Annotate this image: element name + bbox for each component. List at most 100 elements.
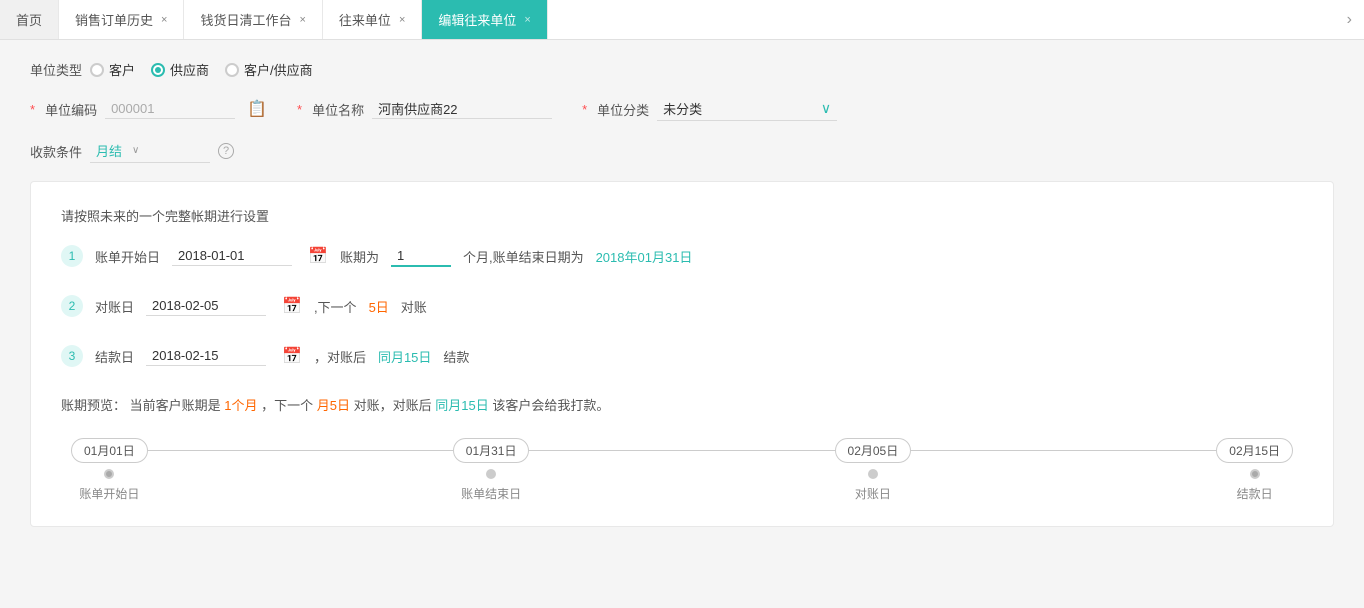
timeline-bubble-3: 02月05日 [835,438,912,463]
unit-code-calendar-icon[interactable]: 📋 [247,99,267,119]
step-calendar-icon-1[interactable]: 📅 [308,246,328,266]
step-period-unit: 个月,账单结束日期为 [463,247,584,266]
unit-name-input[interactable] [372,99,552,119]
unit-type-label: 单位类型 [30,60,82,79]
payment-terms-arrow-icon: ∨ [132,145,139,156]
main-content: 单位类型 客户 供应商 客户/供应商 * 单位编码 [0,40,1364,608]
timeline-label-2: 账单结束日 [461,485,521,502]
timeline-nodes: 01月01日 账单开始日 01月31日 账单结束日 02月05日 对账日 02月… [71,438,1293,502]
step-3-desc-after: 结款 [443,347,469,366]
step-row-2: 2 对账日 📅 ,下一个 5日 对账 [61,295,1303,317]
unit-classify-label: 单位分类 [597,100,649,119]
preview-text-4: 该客户会给我打款。 [492,398,609,413]
preview-orange-2: 月5日 [317,398,350,413]
radio-customer-supplier[interactable]: 客户/供应商 [225,60,313,79]
payment-terms-value: 月结 [96,141,122,160]
preview-text-3: 对账，对账后 [354,398,432,413]
timeline-dot-4 [1250,469,1260,479]
chevron-right-icon: › [1347,11,1352,29]
card-title: 请按照未来的一个完整帐期进行设置 [61,206,1303,225]
radio-supplier-circle [151,63,165,77]
tab-edit-partner[interactable]: 编辑往来单位 × [422,0,547,39]
payment-terms-label: 收款条件 [30,142,82,161]
step-date-input-2[interactable] [146,296,266,316]
step-row-1: 1 账单开始日 📅 账期为 个月,账单结束日期为 2018年01月31日 [61,245,1303,267]
unit-classify-value: 未分类 [663,99,815,118]
tab-cash-work[interactable]: 钱货日清工作台 × [184,0,322,39]
step-date-input-3[interactable] [146,346,266,366]
radio-customer-supplier-label: 客户/供应商 [244,60,313,79]
timeline-node-4: 02月15日 结款日 [1216,438,1293,502]
unit-code-input[interactable] [105,99,235,119]
settings-card: 请按照未来的一个完整帐期进行设置 1 账单开始日 📅 账期为 个月,账单结束日期… [30,181,1334,527]
tab-partner-unit-label: 往来单位 [339,10,391,29]
tabs-bar: 首页 销售订单历史 × 钱货日清工作台 × 往来单位 × 编辑往来单位 × › [0,0,1364,40]
unit-code-label: 单位编码 [45,100,97,119]
step-2-desc-after: 对账 [401,297,427,316]
unit-classify-required: * [582,102,587,117]
preview-text-2: ，下一个 [261,398,313,413]
step-period-input[interactable] [391,246,451,267]
payment-terms-row: 收款条件 月结 ∨ ? [30,139,1334,163]
timeline-bubble-1: 01月01日 [71,438,148,463]
timeline-node-3: 02月05日 对账日 [835,438,912,502]
tab-sales-history[interactable]: 销售订单历史 × [59,0,184,39]
preview-teal: 同月15日 [435,398,488,413]
timeline-label-3: 对账日 [855,485,891,502]
tab-home-label: 首页 [16,10,42,29]
unit-type-field: 单位类型 客户 供应商 客户/供应商 [30,60,313,79]
timeline-dot-1 [104,469,114,479]
step-number-1: 1 [61,245,83,267]
payment-terms-field: 收款条件 月结 ∨ ? [30,139,234,163]
tab-sales-history-label: 销售订单历史 [75,10,153,29]
tab-edit-partner-close[interactable]: × [524,14,530,26]
step-2-orange: 5日 [369,297,389,316]
payment-terms-help-icon[interactable]: ? [218,143,234,159]
payment-terms-dropdown[interactable]: 月结 ∨ [90,139,210,163]
unit-code-required: * [30,102,35,117]
preview-orange-1: 1个月 [224,398,257,413]
timeline-bubble-4: 02月15日 [1216,438,1293,463]
tab-home[interactable]: 首页 [0,0,59,39]
radio-customer-supplier-circle [225,63,239,77]
unit-type-row: 单位类型 客户 供应商 客户/供应商 [30,60,1334,79]
tab-sales-history-close[interactable]: × [161,14,167,26]
tab-partner-unit[interactable]: 往来单位 × [323,0,422,39]
unit-classify-arrow-icon: ∨ [821,100,831,117]
timeline-bubble-2: 01月31日 [453,438,530,463]
step-calendar-icon-2[interactable]: 📅 [282,296,302,316]
step-label-2: 对账日 [95,297,134,316]
unit-classify-dropdown[interactable]: 未分类 ∨ [657,97,837,121]
step-date-input-1[interactable] [172,246,292,266]
step-row-3: 3 结款日 📅 ，对账后 同月15日 结款 [61,345,1303,367]
step-number-2: 2 [61,295,83,317]
unit-code-field: * 单位编码 📋 [30,99,267,119]
preview-section: 账期预览： 当前客户账期是 1个月 ，下一个 月5日 对账，对账后 同月15日 … [61,395,1303,414]
step-3-desc-before: ，对账后 [314,347,366,366]
step-label-1: 账单开始日 [95,247,160,266]
unit-name-field: * 单位名称 [297,99,552,119]
unit-name-required: * [297,102,302,117]
preview-text-1: 当前客户账期是 [130,398,221,413]
timeline-label-4: 结款日 [1237,485,1273,502]
unit-type-radio-group: 客户 供应商 客户/供应商 [90,60,313,79]
step-calendar-icon-3[interactable]: 📅 [282,346,302,366]
radio-supplier[interactable]: 供应商 [151,60,209,79]
preview-label: 账期预览： [61,398,126,413]
tab-cash-work-close[interactable]: × [299,14,305,26]
unit-info-row: * 单位编码 📋 * 单位名称 * 单位分类 未分类 ∨ [30,97,1334,121]
timeline-node-2: 01月31日 账单结束日 [453,438,530,502]
tabs-expand-button[interactable]: › [1335,0,1364,39]
tab-partner-unit-close[interactable]: × [399,14,405,26]
unit-name-label: 单位名称 [312,100,364,119]
step-label-3: 结款日 [95,347,134,366]
tab-edit-partner-label: 编辑往来单位 [438,10,516,29]
step-2-desc-before: ,下一个 [314,297,357,316]
timeline-label-1: 账单开始日 [79,485,139,502]
unit-classify-field: * 单位分类 未分类 ∨ [582,97,837,121]
step-period-label: 账期为 [340,247,379,266]
step-3-teal: 同月15日 [378,347,431,366]
radio-customer[interactable]: 客户 [90,60,135,79]
step-number-3: 3 [61,345,83,367]
radio-customer-label: 客户 [109,60,135,79]
